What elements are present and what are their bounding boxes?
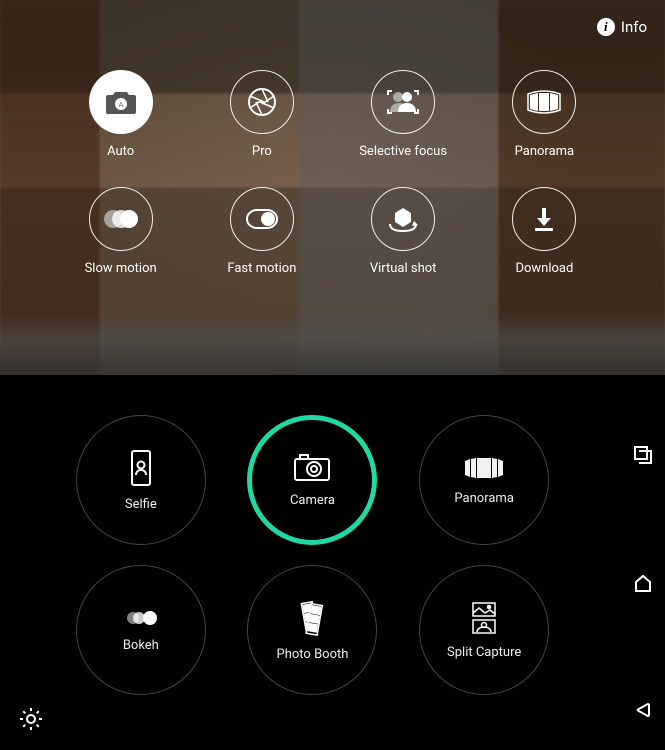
mode-fast-motion[interactable]: Fast motion [201, 187, 322, 276]
home-button[interactable] [633, 573, 653, 597]
camera-auto-icon: A [104, 88, 138, 116]
mode-label: Panorama [454, 491, 514, 506]
mode-virtual-shot[interactable]: Virtual shot [343, 187, 464, 276]
download-icon [530, 205, 558, 233]
mode-label: Virtual shot [370, 261, 437, 276]
mode-label: Bokeh [123, 638, 159, 653]
info-label: Info [621, 18, 647, 36]
mode-label: Photo Booth [277, 647, 349, 662]
bokeh-icon [123, 608, 159, 628]
mode-camera[interactable]: Camera [247, 415, 377, 545]
mode-label: Download [515, 261, 573, 276]
htc-camera-mode-screen: Selfie Camera Panorama Bokeh [0, 375, 665, 750]
samsung-camera-mode-screen: i Info A Auto Pro [0, 0, 665, 375]
mode-label: Pro [252, 144, 272, 159]
mode-pro-circle [230, 70, 294, 134]
bottom-main: Selfie Camera Panorama Bokeh [0, 375, 625, 750]
mode-bokeh[interactable]: Bokeh [76, 565, 206, 695]
top-mode-grid: A Auto Pro Selective focus [0, 0, 665, 296]
mode-slow-motion[interactable]: Slow motion [60, 187, 181, 276]
settings-button[interactable] [18, 706, 44, 732]
mode-selective-focus[interactable]: Selective focus [343, 70, 464, 159]
mode-label: Camera [290, 493, 335, 508]
mode-label: Split Capture [447, 645, 521, 660]
selective-focus-icon [385, 88, 421, 116]
mode-pro[interactable]: Pro [201, 70, 322, 159]
mode-auto[interactable]: A Auto [60, 70, 181, 159]
mode-selfie[interactable]: Selfie [76, 415, 206, 545]
panorama-icon [526, 90, 562, 114]
gear-icon [18, 706, 44, 732]
mode-download-circle [512, 187, 576, 251]
info-button[interactable]: i Info [597, 18, 647, 36]
camera-icon [292, 453, 332, 483]
back-button[interactable] [633, 701, 653, 725]
aperture-icon [246, 86, 278, 118]
fast-motion-icon [244, 208, 280, 230]
selfie-icon [126, 449, 156, 487]
mode-auto-circle: A [89, 70, 153, 134]
mode-download[interactable]: Download [484, 187, 605, 276]
svg-text:A: A [118, 102, 123, 109]
mode-label: Panorama [515, 144, 575, 159]
mode-label: Selective focus [359, 144, 447, 159]
bottom-mode-grid: Selfie Camera Panorama Bokeh [0, 375, 625, 695]
mode-panorama-top[interactable]: Panorama [484, 70, 605, 159]
mode-panorama-bottom[interactable]: Panorama [419, 415, 549, 545]
mode-label: Slow motion [85, 261, 157, 276]
mode-fast-motion-circle [230, 187, 294, 251]
split-capture-icon [470, 601, 498, 635]
mode-slow-motion-circle [89, 187, 153, 251]
photo-booth-icon [297, 599, 327, 637]
mode-selective-focus-circle [371, 70, 435, 134]
recent-apps-button[interactable] [633, 445, 653, 469]
slow-motion-icon [103, 207, 139, 231]
mode-label: Selfie [125, 497, 157, 512]
mode-label: Fast motion [227, 261, 296, 276]
virtual-shot-icon [386, 204, 420, 234]
mode-split-capture[interactable]: Split Capture [419, 565, 549, 695]
mode-virtual-shot-circle [371, 187, 435, 251]
mode-label: Auto [107, 144, 134, 159]
nav-bar [625, 375, 665, 750]
mode-photo-booth[interactable]: Photo Booth [247, 565, 377, 695]
mode-panorama-circle [512, 70, 576, 134]
panorama-wide-icon [462, 455, 506, 481]
info-icon: i [597, 18, 615, 36]
